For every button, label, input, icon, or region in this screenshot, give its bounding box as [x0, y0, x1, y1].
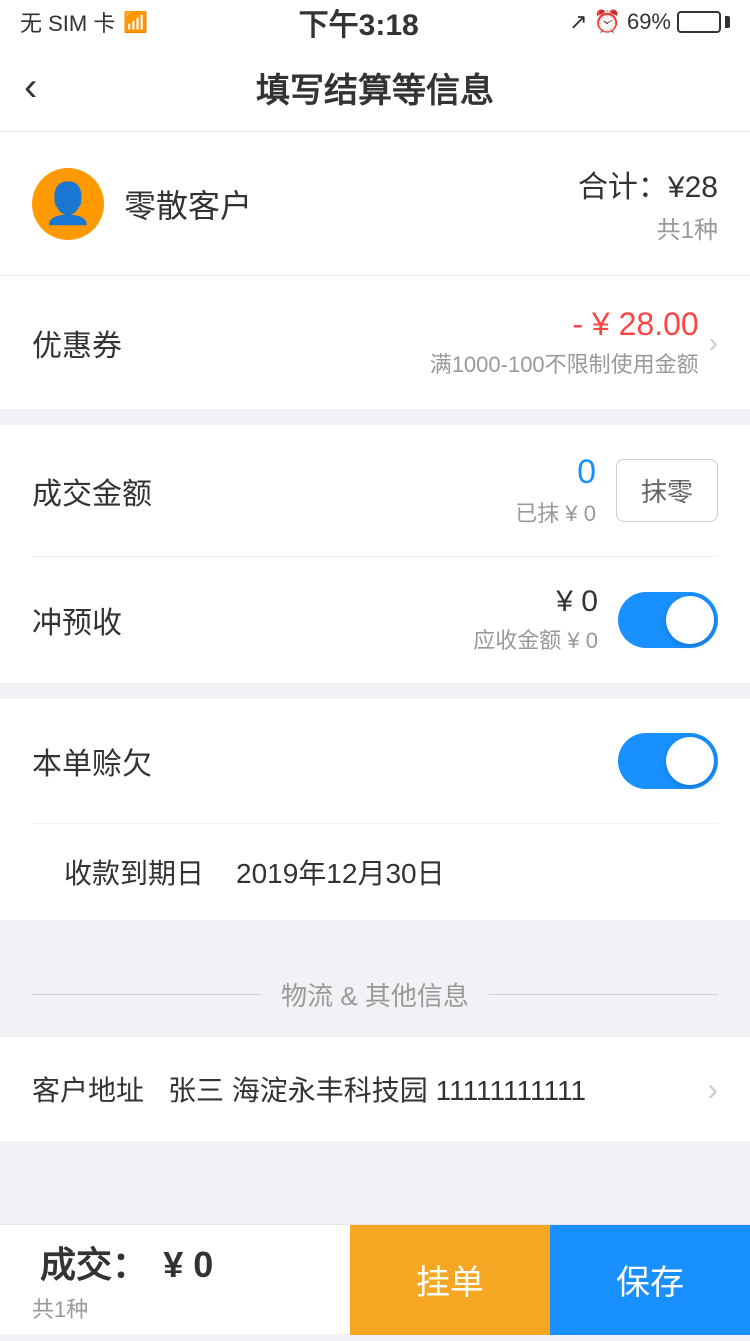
bottom-bar: 成交： ¥ 0 共1种 挂单 保存	[0, 1224, 750, 1334]
no-sim-text: 无 SIM 卡	[20, 6, 115, 38]
prepay-right: ¥ 0 应收金额 ¥ 0	[473, 585, 718, 655]
customer-name: 零散客户	[124, 181, 252, 227]
prepay-toggle[interactable]	[618, 592, 718, 648]
logistics-label: 物流 & 其他信息	[281, 976, 469, 1013]
logistics-lines: 物流 & 其他信息	[32, 976, 718, 1013]
deal-amount-value: 0	[515, 453, 596, 492]
total-count: 共1种	[578, 210, 718, 245]
avatar: 👤	[32, 168, 104, 240]
prepay-sub: 应收金额 ¥ 0	[473, 623, 598, 655]
coupon-discount: - ¥ 28.00	[430, 306, 699, 343]
prepay-label: 冲预收	[32, 598, 122, 642]
customer-left: 👤 零散客户	[32, 168, 252, 240]
customer-right: 合计：¥28 共1种	[578, 162, 718, 245]
page-title: 填写结算等信息	[256, 63, 494, 112]
customer-section: 👤 零散客户 合计：¥28 共1种 优惠券 - ¥ 28.00 满1000-10…	[0, 132, 750, 409]
alarm-icon: ⏰	[594, 9, 621, 35]
back-button[interactable]: ‹	[24, 65, 37, 110]
address-chevron-icon: ›	[707, 1071, 718, 1108]
due-date-row: 收款到期日 2019年12月30日	[32, 823, 718, 920]
coupon-row[interactable]: 优惠券 - ¥ 28.00 满1000-100不限制使用金额 ›	[0, 275, 750, 409]
deal-amount-row: 成交金额 0 已抹 ¥ 0 抹零	[32, 425, 718, 557]
chevron-right-icon: ›	[709, 327, 718, 359]
status-bar: 无 SIM 卡 📶 下午3:18 ↗ ⏰ 69%	[0, 0, 750, 44]
status-left: 无 SIM 卡 📶	[20, 6, 148, 38]
coupon-desc: 满1000-100不限制使用金额	[430, 347, 699, 379]
avatar-icon: 👤	[43, 180, 93, 227]
due-date-label: 收款到期日	[64, 852, 204, 892]
round-zero-button[interactable]: 抹零	[616, 459, 718, 522]
logistics-header: 物流 & 其他信息	[0, 952, 750, 1037]
deal-amount-right: 0 已抹 ¥ 0 抹零	[515, 453, 718, 528]
prepay-amount: ¥ 0	[473, 585, 598, 619]
deal-amount-section: 成交金额 0 已抹 ¥ 0 抹零 冲预收 ¥ 0 应收金额 ¥ 0	[0, 425, 750, 683]
prepay-values: ¥ 0 应收金额 ¥ 0	[473, 585, 598, 655]
divider	[0, 936, 750, 952]
coupon-right: - ¥ 28.00 满1000-100不限制使用金额 ›	[430, 306, 718, 379]
status-time: 下午3:18	[299, 0, 419, 44]
wifi-icon: 📶	[123, 10, 148, 35]
coupon-values: - ¥ 28.00 满1000-100不限制使用金额	[430, 306, 699, 379]
battery-icon	[677, 11, 730, 33]
hang-order-button[interactable]: 挂单	[350, 1225, 550, 1335]
address-value: 张三 海淀永丰科技园 11111111111	[168, 1069, 586, 1109]
deal-amount-values: 0 已抹 ¥ 0	[515, 453, 596, 528]
customer-row: 👤 零散客户 合计：¥28 共1种	[0, 132, 750, 275]
address-row[interactable]: 客户地址 张三 海淀永丰科技园 11111111111 ›	[0, 1037, 750, 1141]
due-date-value: 2019年12月30日	[236, 852, 445, 892]
bottom-deal-amount: ¥ 0	[163, 1244, 213, 1285]
logistics-line-right	[489, 994, 718, 995]
status-right: ↗ ⏰ 69%	[569, 9, 730, 35]
bottom-count: 共1种	[32, 1292, 350, 1324]
total-amount: 合计：¥28	[578, 162, 718, 206]
coupon-label: 优惠券	[32, 321, 122, 365]
debt-label: 本单赊欠	[32, 739, 152, 783]
battery-percent: 69%	[627, 9, 671, 35]
deal-amount-sub: 已抹 ¥ 0	[515, 496, 596, 528]
nav-bar: ‹ 填写结算等信息	[0, 44, 750, 132]
deal-amount-label: 成交金额	[32, 469, 152, 513]
logistics-line-left	[32, 994, 261, 995]
bottom-deal-row: 成交： ¥ 0	[32, 1236, 350, 1288]
prepay-row: 冲预收 ¥ 0 应收金额 ¥ 0	[32, 557, 718, 683]
save-button[interactable]: 保存	[550, 1225, 750, 1335]
debt-row: 本单赊欠	[32, 699, 718, 823]
bottom-deal-label: 成交：	[40, 1244, 148, 1285]
address-left: 客户地址 张三 海淀永丰科技园 11111111111	[32, 1069, 586, 1109]
debt-toggle[interactable]	[618, 733, 718, 789]
bottom-summary: 成交： ¥ 0 共1种	[0, 1236, 350, 1324]
toggle-knob	[666, 596, 714, 644]
address-label: 客户地址	[32, 1069, 144, 1109]
location-icon: ↗	[569, 9, 587, 35]
debt-toggle-knob	[666, 737, 714, 785]
debt-section: 本单赊欠 收款到期日 2019年12月30日	[0, 699, 750, 920]
